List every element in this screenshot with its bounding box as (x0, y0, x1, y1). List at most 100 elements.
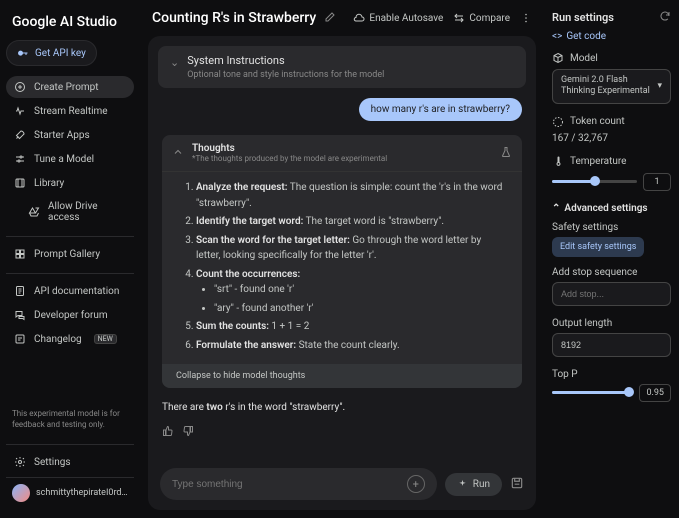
prompt-input[interactable] (172, 479, 399, 490)
tune-icon (14, 153, 26, 165)
nav-label: Settings (34, 457, 71, 468)
get-api-key-button[interactable]: Get API key (6, 40, 97, 66)
output-length-input[interactable] (552, 333, 671, 357)
autosave-label: Enable Autosave (369, 13, 443, 24)
cube-icon (552, 52, 564, 64)
temperature-value[interactable]: 1 (643, 173, 671, 191)
chevron-down-icon[interactable]: ⌄ (170, 56, 179, 69)
cloud-icon (353, 12, 365, 24)
compare-icon (453, 12, 465, 24)
sidebar-item-prompt-gallery[interactable]: Prompt Gallery (6, 243, 134, 265)
compare-button[interactable]: Compare (453, 12, 510, 24)
thumbs-down-button[interactable] (182, 425, 194, 440)
sidebar-item-api-docs[interactable]: API documentation (6, 280, 134, 302)
pencil-icon (324, 11, 336, 23)
chevron-up-icon: ⌃ (552, 203, 560, 214)
model-value: Gemini 2.0 Flash Thinking Experimental (561, 75, 657, 98)
save-icon (510, 476, 524, 490)
more-menu-button[interactable] (520, 12, 532, 24)
thought-item: Scan the word for the target letter: Go … (196, 233, 504, 264)
changelog-icon (14, 333, 26, 345)
prompt-input-container[interactable]: + (160, 468, 437, 500)
sidebar-item-library[interactable]: Library (6, 172, 134, 194)
model-select[interactable]: Gemini 2.0 Flash Thinking Experimental ▾ (552, 69, 671, 104)
page-title: Counting R's in Strawberry (152, 10, 316, 26)
temperature-slider[interactable] (552, 180, 637, 183)
thought-item: Identify the target word: The target wor… (196, 214, 504, 230)
sidebar-item-tune-model[interactable]: Tune a Model (6, 148, 134, 170)
user-message: how many r's are in strawberry? (359, 98, 522, 121)
divider (6, 236, 134, 237)
sidebar-item-drive-access[interactable]: Allow Drive access (6, 196, 134, 228)
thought-item: Analyze the request: The question is sim… (196, 180, 504, 211)
model-label: Model (570, 53, 598, 64)
system-instructions-subtitle: Optional tone and style instructions for… (187, 70, 514, 80)
sidebar-item-create-prompt[interactable]: Create Prompt (6, 76, 134, 98)
nav-label: Library (34, 178, 64, 189)
forum-icon (14, 309, 26, 321)
app-logo: Google AI Studio (6, 10, 134, 40)
enable-autosave-button[interactable]: Enable Autosave (353, 12, 443, 24)
thoughts-list: Analyze the request: The question is sim… (162, 172, 522, 364)
get-code-button[interactable]: <> Get code (552, 31, 671, 42)
thermometer-icon (552, 156, 564, 168)
collapse-thoughts-button[interactable] (172, 146, 184, 161)
thoughts-box: Thoughts *The thoughts produced by the m… (162, 135, 522, 388)
thumbs-up-icon (162, 425, 174, 437)
input-row: + Run (148, 460, 536, 510)
safety-settings-label: Safety settings (552, 222, 671, 233)
nav-label: Starter Apps (34, 130, 90, 141)
nav-label: Stream Realtime (34, 106, 108, 117)
settings-title: Run settings (552, 11, 614, 24)
gear-icon (14, 456, 26, 468)
sidebar-item-settings[interactable]: Settings (6, 451, 134, 473)
api-key-label: Get API key (35, 48, 86, 59)
thought-item: Count the occurrences: "srt" - found one… (196, 267, 504, 317)
nav-label: Developer forum (34, 310, 108, 321)
model-response: There are two r's in the word "strawberr… (162, 398, 522, 421)
thumbs-down-icon (182, 425, 194, 437)
edit-title-button[interactable] (324, 11, 336, 26)
nav-label: Allow Drive access (48, 201, 126, 223)
divider (6, 273, 134, 274)
nav-label: Changelog (34, 334, 82, 345)
nav-label: API documentation (34, 286, 119, 297)
rocket-icon (14, 129, 26, 141)
token-icon (552, 116, 564, 128)
top-p-label: Top P (552, 369, 671, 380)
gallery-icon (14, 248, 26, 260)
thought-item: Formulate the answer: State the count cl… (196, 338, 504, 354)
refresh-icon (659, 10, 671, 22)
chevron-up-icon (172, 146, 184, 158)
temperature-label: Temperature (570, 156, 627, 167)
disclaimer-text: This experimental model is for feedback … (6, 405, 134, 438)
collapse-thoughts-link[interactable]: Collapse to hide model thoughts (162, 364, 522, 388)
stop-sequence-input[interactable] (552, 282, 671, 306)
user-account-row[interactable]: schmittythepirateI0rdoft... (6, 477, 134, 508)
doc-icon (14, 285, 26, 297)
thoughts-subtitle: *The thoughts produced by the model are … (192, 154, 492, 163)
system-instructions-box[interactable]: ⌄ System Instructions Optional tone and … (158, 46, 526, 88)
top-p-slider[interactable] (552, 391, 633, 394)
sidebar-item-stream-realtime[interactable]: Stream Realtime (6, 100, 134, 122)
sidebar-item-dev-forum[interactable]: Developer forum (6, 304, 134, 326)
reset-settings-button[interactable] (659, 10, 671, 25)
sidebar: Google AI Studio Get API key Create Prom… (0, 0, 140, 518)
advanced-settings-toggle[interactable]: ⌃ Advanced settings (552, 203, 671, 214)
drive-icon (28, 206, 40, 218)
thumbs-up-button[interactable] (162, 425, 174, 440)
add-attachment-button[interactable]: + (407, 475, 425, 493)
sidebar-item-starter-apps[interactable]: Starter Apps (6, 124, 134, 146)
wave-icon (14, 105, 26, 117)
chat-panel: ⌄ System Instructions Optional tone and … (148, 36, 536, 510)
run-button[interactable]: Run (445, 473, 502, 496)
nav-label: Tune a Model (34, 154, 94, 165)
sidebar-item-changelog[interactable]: Changelog NEW (6, 328, 134, 350)
save-prompt-button[interactable] (510, 476, 524, 493)
top-p-value[interactable]: 0.95 (639, 384, 671, 402)
plus-circle-icon (14, 81, 26, 93)
divider (6, 444, 134, 445)
compare-label: Compare (469, 13, 510, 24)
sparkle-icon (457, 479, 468, 490)
edit-safety-button[interactable]: Edit safety settings (552, 237, 644, 257)
